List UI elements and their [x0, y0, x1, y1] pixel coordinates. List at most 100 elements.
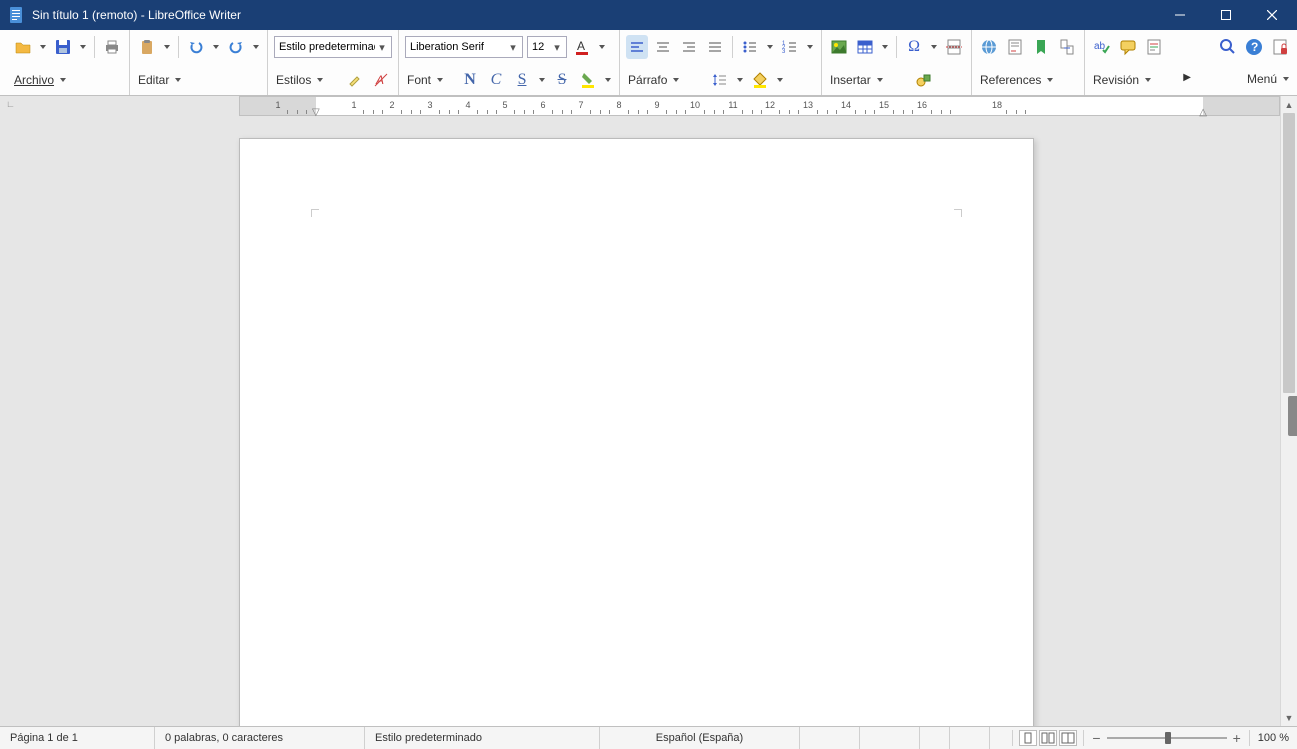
- underline-dropdown-icon[interactable]: [537, 75, 547, 85]
- bullet-list-button[interactable]: [739, 35, 761, 59]
- spellcheck-button[interactable]: ab: [1091, 35, 1113, 59]
- open-dropdown-icon[interactable]: [38, 42, 48, 52]
- insert-draw-button[interactable]: [913, 68, 935, 92]
- highlighter-icon[interactable]: [344, 68, 366, 92]
- lock-edit-button[interactable]: [1269, 35, 1291, 59]
- symbol-dropdown-icon[interactable]: [929, 42, 939, 52]
- table-dropdown-icon[interactable]: [880, 42, 890, 52]
- view-single-page-button[interactable]: [1019, 730, 1037, 746]
- zoom-value[interactable]: 100 %: [1250, 732, 1297, 744]
- highlight-color-button[interactable]: [577, 68, 599, 92]
- insert-comment-button[interactable]: [1117, 35, 1139, 59]
- redo-button[interactable]: [225, 35, 247, 59]
- references-menu-label[interactable]: References: [980, 73, 1041, 87]
- status-selection-mode[interactable]: [860, 727, 920, 749]
- status-page[interactable]: Página 1 de 1: [0, 727, 155, 749]
- italic-button[interactable]: C: [485, 68, 507, 92]
- close-button[interactable]: [1249, 0, 1295, 30]
- menu-dropdown-icon[interactable]: [1281, 74, 1291, 84]
- number-dropdown-icon[interactable]: [805, 42, 815, 52]
- help-button[interactable]: ?: [1243, 35, 1265, 59]
- line-spacing-button[interactable]: [709, 68, 731, 92]
- scroll-down-icon[interactable]: ▼: [1281, 709, 1297, 726]
- save-dropdown-icon[interactable]: [78, 42, 88, 52]
- align-right-button[interactable]: [678, 35, 700, 59]
- font-color-dropdown-icon[interactable]: [597, 42, 607, 52]
- bullet-dropdown-icon[interactable]: [765, 42, 775, 52]
- view-multi-page-button[interactable]: [1039, 730, 1057, 746]
- spacing-dropdown-icon[interactable]: [735, 75, 745, 85]
- indent-marker-left[interactable]: ▽: [312, 107, 320, 118]
- styles-menu-label[interactable]: Estilos: [276, 73, 311, 87]
- paragraph-menu-dropdown-icon[interactable]: [671, 75, 681, 85]
- insert-hyperlink-button[interactable]: [978, 35, 1000, 59]
- clear-format-icon[interactable]: A: [370, 68, 392, 92]
- insert-table-button[interactable]: [854, 35, 876, 59]
- font-menu-dropdown-icon[interactable]: [435, 75, 445, 85]
- document-area[interactable]: [0, 118, 1280, 726]
- horizontal-ruler[interactable]: ▽ △ 11234567891011121314151618: [239, 96, 1280, 116]
- align-left-button[interactable]: [626, 35, 648, 59]
- edit-menu-label[interactable]: Editar: [138, 73, 169, 87]
- paste-dropdown-icon[interactable]: [162, 42, 172, 52]
- bgcolor-dropdown-icon[interactable]: [775, 75, 785, 85]
- underline-button[interactable]: S: [511, 68, 533, 92]
- file-menu-label[interactable]: Archivo: [14, 73, 54, 87]
- open-button[interactable]: [12, 35, 34, 59]
- sidebar-toggle[interactable]: [1288, 396, 1297, 436]
- paste-button[interactable]: [136, 35, 158, 59]
- zoom-out-icon[interactable]: −: [1092, 730, 1100, 746]
- view-book-button[interactable]: [1059, 730, 1077, 746]
- save-button[interactable]: [52, 35, 74, 59]
- status-language[interactable]: Español (España): [600, 727, 800, 749]
- font-color-button[interactable]: A: [571, 35, 593, 59]
- scroll-thumb[interactable]: [1283, 113, 1295, 393]
- insert-pagebreak-button[interactable]: [943, 35, 965, 59]
- insert-footnote-button[interactable]: [1004, 35, 1026, 59]
- zoom-in-icon[interactable]: +: [1233, 730, 1241, 746]
- highlight-dropdown-icon[interactable]: [603, 75, 613, 85]
- insert-crossref-button[interactable]: [1056, 35, 1078, 59]
- paragraph-menu-label[interactable]: Párrafo: [628, 73, 667, 87]
- font-size-combo[interactable]: 12 ▾: [527, 36, 567, 58]
- insert-menu-label[interactable]: Insertar: [830, 73, 871, 87]
- references-dropdown-icon[interactable]: [1045, 75, 1055, 85]
- file-menu-dropdown-icon[interactable]: [58, 75, 68, 85]
- zoom-slider[interactable]: − +: [1084, 730, 1249, 746]
- paragraph-bgcolor-button[interactable]: [749, 68, 771, 92]
- edit-menu-dropdown-icon[interactable]: [173, 75, 183, 85]
- status-wordcount[interactable]: 0 palabras, 0 caracteres: [155, 727, 365, 749]
- review-dropdown-icon[interactable]: [1143, 75, 1153, 85]
- undo-button[interactable]: [185, 35, 207, 59]
- redo-dropdown-icon[interactable]: [251, 42, 261, 52]
- undo-dropdown-icon[interactable]: [211, 42, 221, 52]
- insert-image-button[interactable]: [828, 35, 850, 59]
- zoom-track[interactable]: [1107, 737, 1227, 739]
- status-signature[interactable]: [950, 727, 990, 749]
- status-modified[interactable]: [920, 727, 950, 749]
- toolbar-overflow-button[interactable]: ▶: [1175, 66, 1199, 89]
- scroll-up-icon[interactable]: ▲: [1281, 96, 1297, 113]
- font-name-combo[interactable]: Liberation Serif ▾: [405, 36, 523, 58]
- zoom-thumb[interactable]: [1165, 732, 1171, 744]
- insert-symbol-button[interactable]: Ω: [903, 35, 925, 59]
- page[interactable]: [239, 138, 1034, 726]
- review-menu-label[interactable]: Revisión: [1093, 73, 1139, 87]
- number-list-button[interactable]: 123: [779, 35, 801, 59]
- bold-button[interactable]: N: [459, 68, 481, 92]
- insert-menu-dropdown-icon[interactable]: [875, 75, 885, 85]
- font-menu-label[interactable]: Font: [407, 73, 431, 87]
- track-changes-button[interactable]: [1143, 35, 1165, 59]
- print-button[interactable]: [101, 35, 123, 59]
- strikethrough-button[interactable]: S: [551, 68, 573, 92]
- insert-bookmark-button[interactable]: [1030, 35, 1052, 59]
- find-button[interactable]: [1217, 35, 1239, 59]
- align-justify-button[interactable]: [704, 35, 726, 59]
- align-center-button[interactable]: [652, 35, 674, 59]
- paragraph-style-combo[interactable]: Estilo predeterminado ▾: [274, 36, 392, 58]
- indent-marker-right[interactable]: △: [1199, 107, 1207, 118]
- maximize-button[interactable]: [1203, 0, 1249, 30]
- styles-menu-dropdown-icon[interactable]: [315, 75, 325, 85]
- status-style[interactable]: Estilo predeterminado: [365, 727, 600, 749]
- status-insert-mode[interactable]: [800, 727, 860, 749]
